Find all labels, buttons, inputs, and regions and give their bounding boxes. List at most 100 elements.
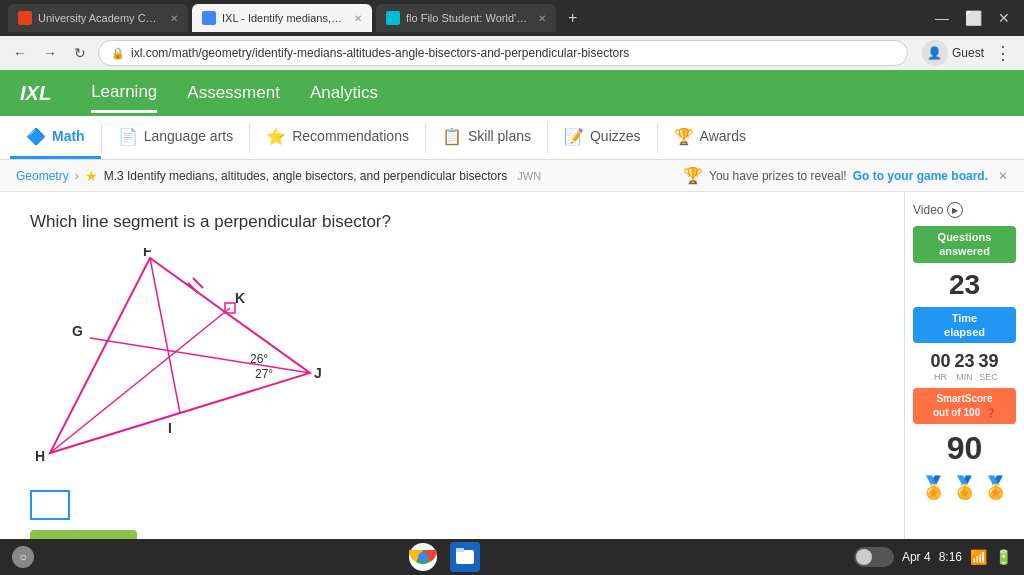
breadcrumb-geometry[interactable]: Geometry (16, 169, 69, 183)
hours-value: 00 (930, 351, 950, 372)
svg-rect-4 (456, 550, 474, 564)
tab-filo[interactable]: flo Filo Student: World's Only Live l...… (376, 4, 556, 32)
vertex-i-label: I (168, 420, 172, 436)
tab-close-ixl[interactable]: ✕ (354, 13, 362, 24)
math-icon: 🔷 (26, 127, 46, 146)
lock-icon: 🔒 (111, 47, 125, 60)
question-text: Which line segment is a perpendicular bi… (30, 212, 874, 232)
smart-score-number: 90 (947, 430, 983, 467)
question-area: Which line segment is a perpendicular bi… (0, 192, 904, 575)
account-icon[interactable]: 👤 (922, 40, 948, 66)
ixl-logo: IXL (20, 82, 51, 105)
language-arts-icon: 📄 (118, 127, 138, 146)
sec-label: SEC (979, 372, 999, 382)
smart-score-box: SmartScore out of 100 ❓ (913, 388, 1016, 424)
line-f-center (150, 258, 180, 413)
forward-button[interactable]: → (38, 41, 62, 65)
skill-plans-icon: 📋 (442, 127, 462, 146)
files-app-icon[interactable] (450, 542, 480, 572)
tab-label-filo: flo Filo Student: World's Only Live l... (406, 12, 528, 24)
quizzes-icon: 📝 (564, 127, 584, 146)
tab-favicon-filo (386, 11, 400, 25)
subnav-awards-label: Awards (700, 128, 746, 144)
tab-favicon-ixl (202, 11, 216, 25)
answer-input-box[interactable] (30, 490, 70, 520)
battery-icon: 🔋 (995, 549, 1012, 565)
questions-count: 23 (949, 269, 980, 301)
tab-university[interactable]: University Academy Charter Sch... ✕ (8, 4, 188, 32)
subnav-quizzes[interactable]: 📝 Quizzes (548, 117, 657, 159)
minutes-value: 23 (954, 351, 974, 372)
subnav-math-label: Math (52, 128, 85, 144)
toggle-switch[interactable] (854, 547, 894, 567)
subnav-skill-plans[interactable]: 📋 Skill plans (426, 117, 547, 159)
taskbar: ○ Apr 4 8:16 📶 🔋 (0, 539, 1024, 575)
tab-close-university[interactable]: ✕ (170, 13, 178, 24)
svg-rect-5 (456, 548, 464, 552)
prizes-link[interactable]: Go to your game board. (853, 169, 988, 183)
taskbar-left: ○ (12, 546, 34, 568)
new-tab-button[interactable]: + (560, 9, 585, 27)
prizes-close-icon[interactable]: ✕ (998, 169, 1008, 183)
outer-triangle (50, 258, 310, 453)
subnav-recommendations[interactable]: ⭐ Recommendations (250, 117, 425, 159)
subnav-language-arts-label: Language arts (144, 128, 234, 144)
nav-learning[interactable]: Learning (91, 74, 157, 113)
vertex-k-label: K (235, 290, 245, 306)
awards-icon: 🏆 (674, 127, 694, 146)
system-icon[interactable]: ○ (12, 546, 34, 568)
subnav-math[interactable]: 🔷 Math (10, 117, 101, 159)
smart-score-label: SmartScore out of 100 (933, 393, 993, 418)
geometry-svg: 26° 27° F G H I J K (30, 248, 370, 488)
subnav-awards[interactable]: 🏆 Awards (658, 117, 762, 159)
taskbar-date: Apr 4 (902, 550, 931, 564)
app-header: IXL Learning Assessment Analytics (0, 70, 1024, 116)
video-play-icon: ▶ (947, 202, 963, 218)
time-display: 00 HR 23 MIN 39 SEC (930, 351, 998, 382)
maximize-button[interactable]: ⬜ (959, 10, 988, 26)
angle-label-26: 26° (250, 352, 268, 366)
chrome-app-icon[interactable] (408, 542, 438, 572)
questions-answered-box: Questions answered (913, 226, 1016, 263)
minutes-unit: 23 MIN (954, 351, 974, 382)
vertex-g-label: G (72, 323, 83, 339)
toggle-knob (856, 549, 872, 565)
subnav-skill-plans-label: Skill plans (468, 128, 531, 144)
recommendations-icon: ⭐ (266, 127, 286, 146)
nav-analytics[interactable]: Analytics (310, 75, 378, 111)
reload-button[interactable]: ↻ (68, 41, 92, 65)
breadcrumb-code: JWN (517, 170, 541, 182)
breadcrumb-sep-1: › (75, 169, 79, 183)
trophy-icon: 🏆 (683, 166, 703, 185)
address-bar[interactable]: 🔒 ixl.com/math/geometry/identify-medians… (98, 40, 908, 66)
video-link[interactable]: Video ▶ (913, 202, 963, 218)
award-icon-red: 🏅 (951, 475, 978, 501)
line-g-j (90, 338, 310, 373)
hours-unit: 00 HR (930, 351, 950, 382)
subnav-language-arts[interactable]: 📄 Language arts (102, 117, 250, 159)
back-button[interactable]: ← (8, 41, 32, 65)
hr-label: HR (930, 372, 950, 382)
vertex-h-label: H (35, 448, 45, 464)
tab-ixl[interactable]: IXL - Identify medians, altitudes... ✕ (192, 4, 372, 32)
close-window-button[interactable]: ✕ (992, 10, 1016, 26)
minimize-button[interactable]: — (929, 10, 955, 26)
sub-nav: 🔷 Math 📄 Language arts ⭐ Recommendations… (0, 116, 1024, 160)
subnav-recommendations-label: Recommendations (292, 128, 409, 144)
taskbar-time: 8:16 (939, 550, 962, 564)
browser-controls: ← → ↻ 🔒 ixl.com/math/geometry/identify-m… (0, 36, 1024, 70)
seconds-unit: 39 SEC (979, 351, 999, 382)
nav-assessment[interactable]: Assessment (187, 75, 280, 111)
tick-mark-2 (193, 278, 203, 288)
questions-answered-label: Questions answered (938, 231, 992, 257)
tab-close-filo[interactable]: ✕ (538, 13, 546, 24)
breadcrumb-left: Geometry › ★ M.3 Identify medians, altit… (16, 168, 541, 184)
breadcrumb-star-icon: ★ (85, 168, 98, 184)
browser-menu-icon[interactable]: ⋮ (990, 42, 1016, 64)
seconds-value: 39 (979, 351, 999, 372)
breadcrumb-bar: Geometry › ★ M.3 Identify medians, altit… (0, 160, 1024, 192)
min-label: MIN (954, 372, 974, 382)
svg-point-2 (418, 552, 428, 562)
time-elapsed-label: Time elapsed (944, 312, 985, 338)
prizes-message: You have prizes to reveal! (709, 169, 847, 183)
